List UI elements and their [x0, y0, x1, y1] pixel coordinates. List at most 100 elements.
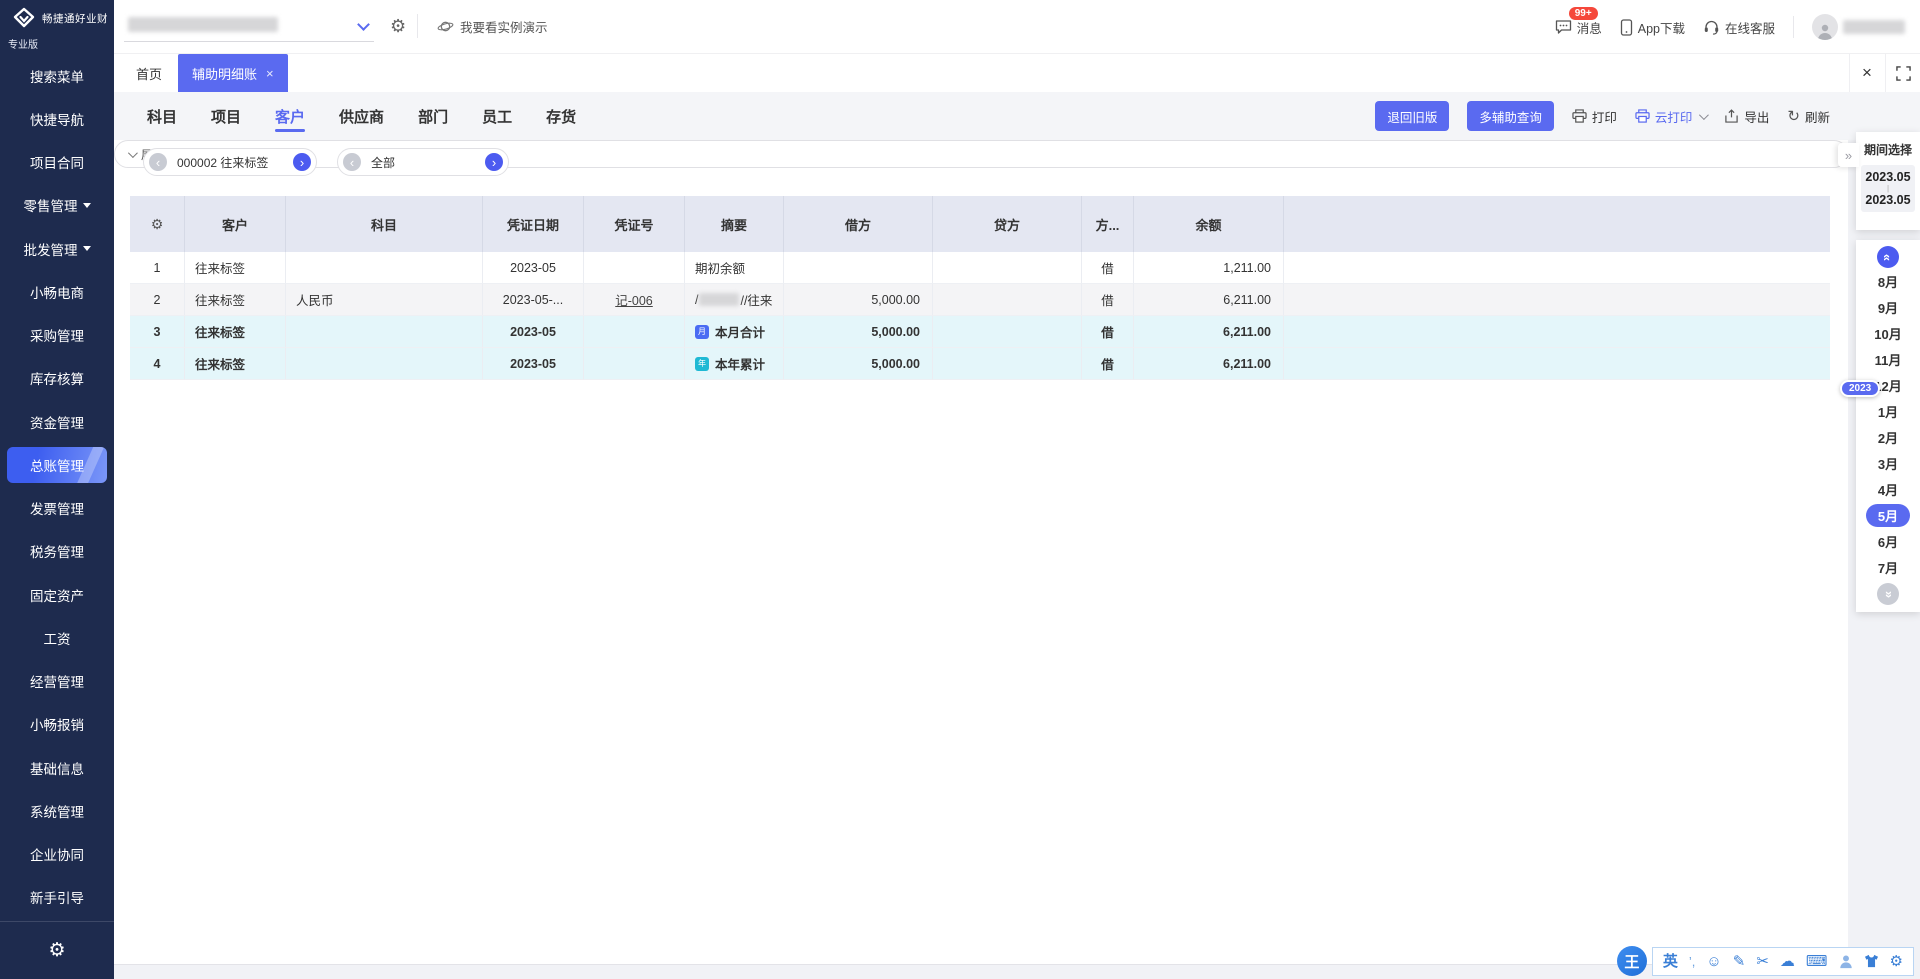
demo-link[interactable]: 我要看实例演示 — [437, 17, 548, 36]
tab-supplier[interactable]: 供应商 — [337, 94, 386, 139]
next-item-icon[interactable]: › — [293, 153, 311, 171]
ime-punctuation-toggle[interactable]: ’, — [1689, 955, 1696, 968]
app-download-label: App下载 — [1637, 21, 1685, 36]
month-item[interactable]: 10月 — [1856, 320, 1920, 346]
close-page-button[interactable]: × — [1849, 54, 1884, 92]
sidebar-item-invoice-mgmt[interactable]: 发票管理 — [0, 487, 114, 530]
cell-customer: 往来标签 — [185, 348, 286, 380]
cell-summary: 月 本月合计 — [685, 316, 784, 348]
month-item[interactable]: 11月 — [1856, 346, 1920, 372]
export-button[interactable]: 导出 — [1724, 107, 1769, 126]
skin-tshirt-icon[interactable] — [1864, 954, 1879, 968]
month-item[interactable]: 6月 — [1856, 528, 1920, 554]
sidebar-item-search-menu[interactable]: 搜索菜单 — [0, 54, 114, 97]
scissors-icon[interactable]: ✂ — [1756, 954, 1769, 969]
month-item[interactable]: 7月 — [1856, 554, 1920, 580]
table-row[interactable]: 2 往来标签 人民币 2023-05-... 记-006 / //往来 5,00… — [130, 284, 1830, 316]
tab-project[interactable]: 项目 — [209, 94, 243, 139]
brand-logo-icon — [10, 6, 38, 34]
sidebar-item-general-ledger[interactable]: 总账管理 — [0, 443, 114, 486]
sidebar-item-fixed-assets[interactable]: 固定资产 — [0, 573, 114, 616]
column-settings-gear-icon[interactable]: ⚙ — [151, 216, 164, 233]
user-account[interactable] — [1812, 14, 1905, 40]
keyboard-icon[interactable]: ⌨ — [1806, 954, 1828, 969]
year-calendar-icon: 年 — [695, 356, 709, 371]
cell-voucher-date: 2023-05 — [483, 252, 584, 284]
sidebar-footer: ⚙ — [0, 921, 114, 979]
tab-stock[interactable]: 存货 — [544, 94, 578, 139]
tab-customer[interactable]: 客户 — [273, 94, 307, 139]
month-item[interactable]: 1月 — [1856, 398, 1920, 424]
refresh-icon: ↻ — [1787, 107, 1800, 125]
sidebar-item-retail-mgmt[interactable]: 零售管理 — [0, 184, 114, 227]
table-row-month-total[interactable]: 3 往来标签 2023-05 月 本月合计 5,000.00 借 6,211.0… — [130, 316, 1830, 348]
online-support-button[interactable]: 在线客服 — [1703, 18, 1775, 37]
sidebar-item-purchase-mgmt[interactable]: 采购管理 — [0, 314, 114, 357]
user-icon[interactable] — [1839, 954, 1853, 969]
scroll-up-button[interactable]: « — [1877, 246, 1899, 268]
period-range[interactable]: 2023.05 | 2023.05 — [1861, 165, 1915, 212]
ime-settings-gear-icon[interactable]: ⚙ — [1890, 954, 1903, 969]
tab-home[interactable]: 首页 — [128, 54, 170, 92]
print-button[interactable]: 打印 — [1572, 107, 1617, 126]
close-tab-icon[interactable]: × — [266, 66, 274, 81]
summary-suffix: //往来 — [740, 294, 773, 308]
double-chevron-up-icon: « — [1880, 253, 1896, 261]
next-item-icon[interactable]: › — [485, 153, 503, 171]
month-item[interactable]: 4月 — [1856, 476, 1920, 502]
tab-subject[interactable]: 科目 — [145, 94, 179, 139]
prev-item-icon[interactable]: ‹ — [343, 153, 361, 171]
app-download-button[interactable]: App下载 — [1620, 18, 1685, 37]
scope-selector[interactable]: ‹ 全部 › — [337, 148, 509, 176]
sidebar-item-enterprise-collab[interactable]: 企业协同 — [0, 833, 114, 876]
month-item[interactable]: 3月 — [1856, 450, 1920, 476]
messages-button[interactable]: 消息 99+ — [1555, 6, 1602, 37]
tab-aux-detail-ledger[interactable]: 辅助明细账 × — [178, 54, 288, 92]
sidebar-menu: 搜索菜单 快捷导航 项目合同 零售管理 批发管理 小畅电商 采购管理 库存核算 … — [0, 54, 114, 919]
voucher-link[interactable]: 记-006 — [615, 290, 653, 309]
refresh-button[interactable]: ↻ 刷新 — [1787, 107, 1830, 126]
column-settings-cell[interactable]: ⚙ — [130, 196, 185, 252]
fullscreen-button[interactable] — [1885, 54, 1920, 92]
back-to-old-version-button[interactable]: 退回旧版 — [1375, 101, 1450, 131]
month-item-selected[interactable]: 5月 — [1856, 502, 1920, 528]
month-item[interactable]: 2月 — [1856, 424, 1920, 450]
tab-employee[interactable]: 员工 — [480, 94, 514, 139]
sidebar-item-system-mgmt[interactable]: 系统管理 — [0, 789, 114, 832]
workspace-gear-icon[interactable]: ⚙ — [390, 16, 406, 37]
sidebar-item-business-mgmt[interactable]: 经营管理 — [0, 660, 114, 703]
month-item[interactable]: 9月 — [1856, 294, 1920, 320]
multi-aux-query-button[interactable]: 多辅助查询 — [1467, 101, 1554, 131]
prev-item-icon[interactable]: ‹ — [149, 153, 167, 171]
cloud-icon[interactable]: ☁ — [1780, 954, 1795, 969]
demo-link-label: 我要看实例演示 — [460, 21, 548, 35]
sidebar-item-ecommerce[interactable]: 小畅电商 — [0, 270, 114, 313]
table-row[interactable]: 1 往来标签 2023-05 期初余额 借 1,211.00 — [130, 252, 1830, 284]
collapse-panel-button[interactable]: » — [1838, 143, 1859, 167]
ime-logo[interactable]: 王 — [1616, 946, 1647, 976]
scroll-down-button[interactable]: « — [1877, 583, 1899, 605]
ime-language-toggle[interactable]: 英 — [1663, 954, 1678, 969]
sidebar-item-quick-nav[interactable]: 快捷导航 — [0, 97, 114, 140]
emoji-icon[interactable]: ☺ — [1706, 954, 1721, 969]
sidebar-item-expense-report[interactable]: 小畅报销 — [0, 703, 114, 746]
tab-department[interactable]: 部门 — [416, 94, 450, 139]
sidebar-item-payroll[interactable]: 工资 — [0, 616, 114, 659]
sidebar-item-funds-mgmt[interactable]: 资金管理 — [0, 400, 114, 443]
cloud-print-button[interactable]: 云打印 — [1635, 107, 1710, 126]
sidebar-item-inventory-accounting[interactable]: 库存核算 — [0, 357, 114, 400]
sidebar-item-project-contract[interactable]: 项目合同 — [0, 141, 114, 184]
sidebar-item-label: 新手引导 — [30, 891, 84, 907]
pencil-icon[interactable]: ✎ — [1733, 954, 1746, 969]
sidebar-item-base-info[interactable]: 基础信息 — [0, 746, 114, 789]
settings-gear-icon[interactable]: ⚙ — [48, 939, 65, 962]
sidebar-item-beginner-guide[interactable]: 新手引导 — [0, 876, 114, 919]
month-item[interactable]: 8月 — [1856, 268, 1920, 294]
company-selector[interactable] — [124, 12, 374, 42]
cell-filler — [1284, 316, 1830, 348]
aux-item-selector[interactable]: ‹ 000002 往来标签 › — [143, 148, 317, 176]
sidebar-item-tax-mgmt[interactable]: 税务管理 — [0, 530, 114, 573]
printer-icon — [1572, 109, 1587, 123]
table-row-year-total[interactable]: 4 往来标签 2023-05 年 本年累计 5,000.00 借 6,211.0… — [130, 348, 1830, 380]
sidebar-item-wholesale-mgmt[interactable]: 批发管理 — [0, 227, 114, 270]
